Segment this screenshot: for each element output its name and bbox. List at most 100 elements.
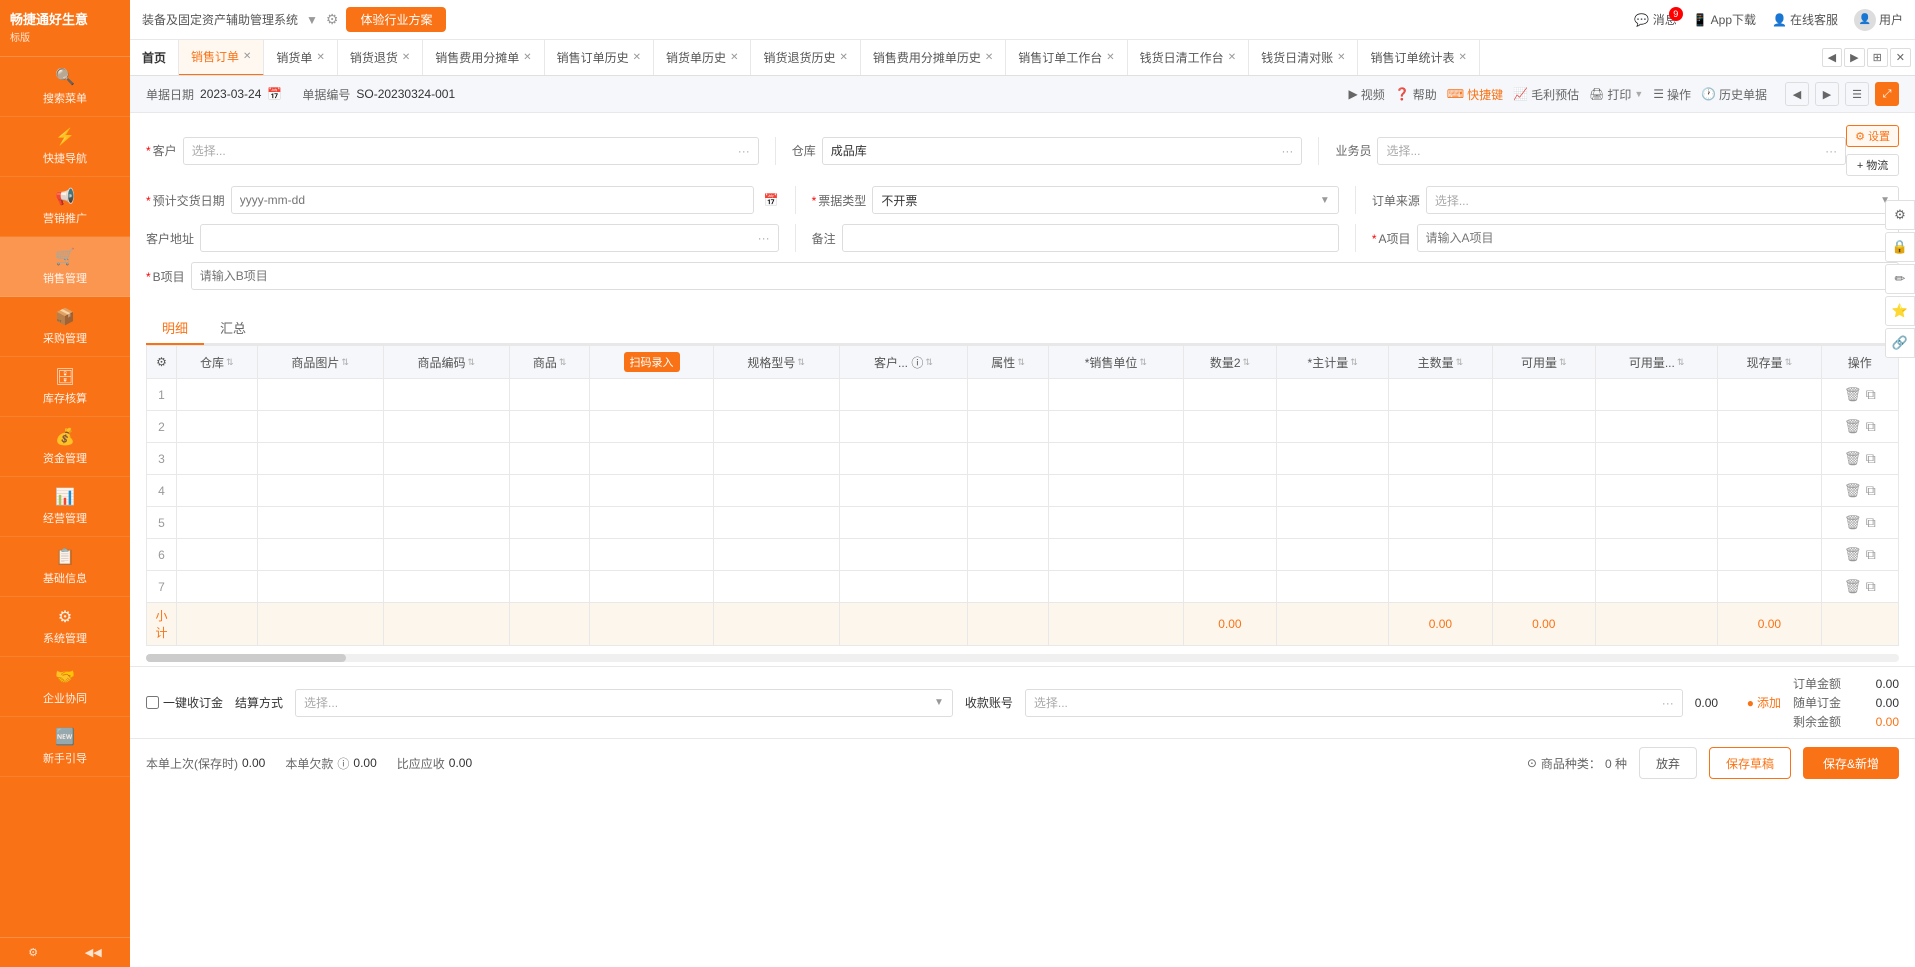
print-btn[interactable]: 🖨 打印 ▼ [1589, 86, 1643, 103]
topbar-dropdown-icon[interactable]: ▼ [306, 13, 318, 27]
copy-icon-6[interactable]: ⧉ [1866, 578, 1876, 595]
sidebar-item-operation[interactable]: 📊经营管理 [0, 477, 130, 537]
tab-2[interactable]: 销货单✕ [264, 40, 337, 76]
warehouse-value[interactable]: 成品库 ··· [822, 137, 1303, 165]
star-float-btn[interactable]: ⭐ [1885, 296, 1915, 326]
tab-close-2[interactable]: ✕ [316, 52, 324, 63]
customer-addr-input[interactable]: ··· [200, 224, 779, 252]
col-header-main_qty[interactable]: 主数量⇅ [1389, 346, 1492, 379]
col-header-qty2[interactable]: 数量2⇅ [1183, 346, 1276, 379]
delete-icon-4[interactable]: 🗑 [1844, 514, 1862, 531]
sidebar-settings-btn[interactable]: ⚙ [28, 946, 38, 959]
col-header-stock[interactable]: 现存量⇅ [1718, 346, 1821, 379]
tab-close-all-btn[interactable]: ✕ [1890, 48, 1911, 67]
sidebar-item-purchase[interactable]: 📦采购管理 [0, 297, 130, 357]
message-badge[interactable]: 💬 9 消息 [1634, 11, 1676, 28]
edit-float-btn[interactable]: ✏ [1885, 264, 1915, 294]
delete-icon-2[interactable]: 🗑 [1844, 450, 1862, 467]
copy-icon-4[interactable]: ⧉ [1866, 514, 1876, 531]
payment-method-select[interactable]: 选择... ▼ [295, 689, 953, 717]
copy-icon-5[interactable]: ⧉ [1866, 546, 1876, 563]
col-header-available2[interactable]: 可用量...⇅ [1595, 346, 1717, 379]
tab-11[interactable]: 钱货日清对账✕ [1249, 40, 1358, 76]
tab-close-10[interactable]: ✕ [1228, 52, 1236, 63]
delete-icon-5[interactable]: 🗑 [1844, 546, 1862, 563]
tab-9[interactable]: 销售订单工作台✕ [1006, 40, 1127, 76]
sidebar-item-guide[interactable]: 🆕新手引导 [0, 717, 130, 777]
prev-record-btn[interactable]: ◀ [1785, 82, 1809, 106]
delete-icon-0[interactable]: 🗑 [1844, 386, 1862, 403]
date-picker-icon[interactable]: 📅 [764, 193, 779, 207]
tab-close-6[interactable]: ✕ [730, 52, 738, 63]
copy-icon-3[interactable]: ⧉ [1866, 482, 1876, 499]
sidebar-item-basic[interactable]: 📋基础信息 [0, 537, 130, 597]
tab-close-1[interactable]: ✕ [243, 51, 251, 62]
delivery-date-input[interactable] [231, 186, 754, 214]
col-header-code[interactable]: 商品编码⇅ [383, 346, 509, 379]
tab-close-3[interactable]: ✕ [402, 52, 410, 63]
quickpay-check-input[interactable] [146, 696, 159, 709]
tab-next-btn[interactable]: ▶ [1844, 48, 1864, 67]
customer-input[interactable]: 选择... ··· [183, 137, 759, 165]
sidebar-item-marketing[interactable]: 📢营销推广 [0, 177, 130, 237]
sidebar-item-enterprise[interactable]: 🤝企业协同 [0, 657, 130, 717]
tab-7[interactable]: 销货退货历史✕ [751, 40, 860, 76]
horizontal-scrollbar[interactable] [146, 654, 1899, 662]
tab-10[interactable]: 钱货日清工作台✕ [1128, 40, 1249, 76]
operate-btn[interactable]: ☰ 操作 [1653, 86, 1691, 103]
tab-prev-btn[interactable]: ◀ [1822, 48, 1842, 67]
col-header-image[interactable]: 商品图片⇅ [257, 346, 383, 379]
help-btn[interactable]: ❓ 帮助 [1395, 86, 1437, 103]
col-header-name[interactable]: 商品⇅ [509, 346, 590, 379]
tab-5[interactable]: 销售订单历史✕ [545, 40, 654, 76]
sidebar-item-sales[interactable]: 🛒销售管理 [0, 237, 130, 297]
link-float-btn[interactable]: 🔗 [1885, 328, 1915, 358]
account-select[interactable]: 选择... ··· [1025, 689, 1683, 717]
history-btn[interactable]: 🕐 历史单据 [1701, 86, 1767, 103]
copy-icon-1[interactable]: ⧉ [1866, 418, 1876, 435]
tab-close-12[interactable]: ✕ [1459, 52, 1467, 63]
sidebar-item-inventory[interactable]: 🗄库存核算 [0, 357, 130, 417]
a-project-input[interactable] [1417, 224, 1900, 252]
tab-close-9[interactable]: ✕ [1106, 52, 1114, 63]
content-tab-1[interactable]: 汇总 [204, 312, 262, 345]
tab-close-11[interactable]: ✕ [1337, 52, 1345, 63]
col-header-customer_code[interactable]: 客户... ⓘ⇅ [839, 346, 968, 379]
order-source-select[interactable]: 选择... ▼ [1426, 186, 1899, 214]
next-record-btn[interactable]: ▶ [1815, 82, 1839, 106]
remark-input[interactable] [842, 224, 1339, 252]
tab-3[interactable]: 销货退货✕ [338, 40, 423, 76]
online-support[interactable]: 👤 在线客服 [1772, 11, 1838, 28]
settings-float-btn[interactable]: ⚙ [1885, 200, 1915, 230]
b-project-input[interactable] [191, 262, 1899, 290]
sidebar-item-search[interactable]: 🔍搜索菜单 [0, 57, 130, 117]
col-header-attr[interactable]: 属性⇅ [968, 346, 1049, 379]
discard-button[interactable]: 放弃 [1639, 747, 1697, 779]
sidebar-item-nav[interactable]: ⚡快捷导航 [0, 117, 130, 177]
scan-btn[interactable]: 扫码录入 [624, 352, 680, 372]
col-header-unit[interactable]: *销售单位⇅ [1048, 346, 1183, 379]
view-video-btn[interactable]: ▶ 视频 [1349, 86, 1385, 103]
sidebar-item-finance[interactable]: 💰资金管理 [0, 417, 130, 477]
quickpay-checkbox[interactable]: 一键收订金 [146, 694, 223, 711]
delete-icon-3[interactable]: 🗑 [1844, 482, 1862, 499]
col-header-available[interactable]: 可用量⇅ [1492, 346, 1595, 379]
copy-icon-2[interactable]: ⧉ [1866, 450, 1876, 467]
content-tab-0[interactable]: 明细 [146, 312, 204, 345]
tab-6[interactable]: 销货单历史✕ [654, 40, 751, 76]
save-new-button[interactable]: 保存&新增 [1803, 747, 1899, 779]
tab-close-8[interactable]: ✕ [985, 52, 993, 63]
delete-icon-1[interactable]: 🗑 [1844, 418, 1862, 435]
user-avatar[interactable]: 👤 用户 [1854, 9, 1903, 31]
tab-expand-btn[interactable]: ⊞ [1867, 48, 1888, 67]
save-draft-button[interactable]: 保存草稿 [1709, 747, 1791, 779]
setup-btn[interactable]: ⚙ 设置 [1846, 125, 1899, 147]
profit-btn[interactable]: 📈 毛利预估 [1513, 86, 1579, 103]
lock-float-btn[interactable]: 🔒 [1885, 232, 1915, 262]
list-view-btn[interactable]: ☰ [1845, 82, 1869, 106]
invoice-type-select[interactable]: 不开票 ▼ [872, 186, 1339, 214]
col-header-spec[interactable]: 规格型号⇅ [713, 346, 839, 379]
industry-btn[interactable]: 体验行业方案 [346, 7, 446, 32]
tab-12[interactable]: 销售订单统计表✕ [1358, 40, 1479, 76]
tab-8[interactable]: 销售费用分摊单历史✕ [861, 40, 1006, 76]
